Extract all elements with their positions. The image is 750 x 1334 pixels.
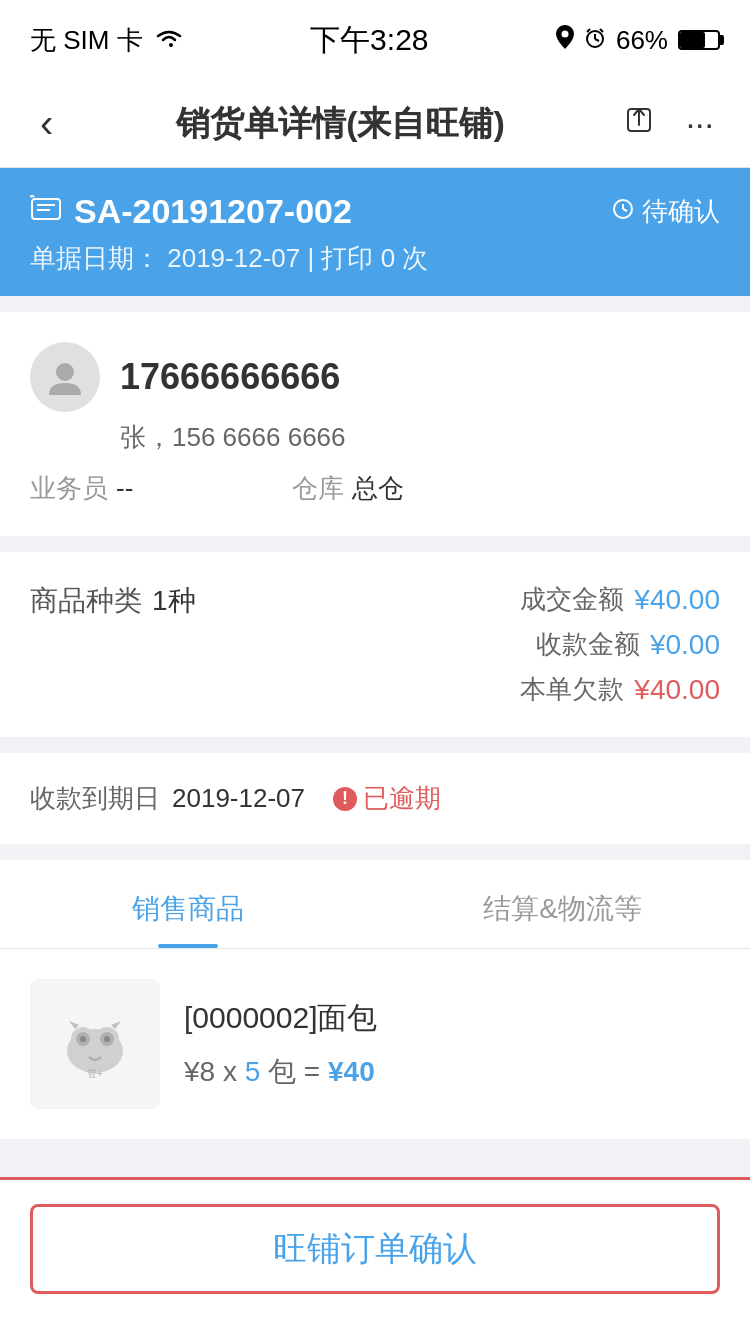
confirm-order-button[interactable]: 旺铺订单确认 [30,1204,720,1294]
order-icon [30,192,62,231]
nav-bar: ‹ 销货单详情(来自旺铺) ··· [0,80,750,168]
battery-percent: 66% [616,25,668,56]
amount-summary: 成交金额 ¥40.00 收款金额 ¥0.00 本单欠款 ¥40.00 [520,582,720,707]
debt-label: 本单欠款 [520,672,624,707]
nav-actions: ··· [618,98,720,149]
amount-item: 成交金额 ¥40.00 [520,582,720,617]
svg-line-3 [595,39,599,41]
tab-settlement[interactable]: 结算&物流等 [375,860,750,948]
summary-section: 商品种类 1种 成交金额 ¥40.00 收款金额 ¥0.00 本单欠款 ¥40.… [0,552,750,737]
due-label: 收款到期日 [30,781,160,816]
location-icon [556,25,574,56]
order-id-row: SA-20191207-002 待确认 [30,192,720,231]
print-info: | 打印 0 次 [307,243,428,273]
confirm-button-wrap: 旺铺订单确认 [0,1177,750,1334]
alarm-icon [584,25,606,56]
order-id-text: SA-20191207-002 [74,192,352,231]
product-type: 商品种类 1种 [30,582,196,620]
due-section: 收款到期日 2019-12-07 ! 已逾期 [0,753,750,844]
battery-icon [678,30,720,50]
warehouse-item: 仓库 总仓 [292,471,404,506]
due-date-value: 2019-12-07 [172,783,305,814]
customer-section: 17666666666 张，156 6666 6666 业务员 -- 仓库 总仓 [0,312,750,536]
product-info: [0000002]面包 ¥8 x 5 包 = ¥40 [184,998,720,1091]
svg-line-11 [623,209,627,211]
product-thumbnail: 管+ [30,979,160,1109]
product-total: ¥40 [328,1056,375,1087]
tab-sales-products[interactable]: 销售商品 [0,860,375,948]
status-time: 下午3:28 [310,20,428,61]
date-label: 单据日期： [30,243,160,273]
overdue-icon: ! [333,787,357,811]
warehouse-label: 仓库 [292,471,344,506]
debt-value: ¥40.00 [634,674,720,706]
received-value: ¥0.00 [650,629,720,661]
avatar [30,342,100,412]
received-label: 收款金额 [536,627,640,662]
customer-meta-row: 业务员 -- 仓库 总仓 [30,471,720,506]
customer-name-info: 张，156 6666 6666 [120,420,720,455]
order-header-card: SA-20191207-002 待确认 单据日期： 2019-12-07 | 打… [0,168,750,296]
amount-label: 成交金额 [520,582,624,617]
svg-point-19 [104,1036,110,1042]
salesperson-value: -- [116,473,133,504]
svg-point-0 [561,30,568,37]
customer-row: 17666666666 [30,342,720,412]
product-qty: 5 [245,1056,261,1087]
page-title: 销货单详情(来自旺铺) [63,101,617,147]
wifi-icon [155,25,183,56]
order-date: 2019-12-07 [167,243,300,273]
tabs-section: 销售商品 结算&物流等 管+ [0,860,750,1139]
product-price: ¥8 [184,1056,215,1087]
warehouse-value: 总仓 [352,471,404,506]
status-left: 无 SIM 卡 [30,23,183,58]
overdue-badge: ! 已逾期 [333,781,441,816]
product-multiply: x [223,1056,245,1087]
carrier-text: 无 SIM 卡 [30,23,143,58]
order-date-row: 单据日期： 2019-12-07 | 打印 0 次 [30,241,720,276]
more-button[interactable]: ··· [680,98,720,149]
product-equals: = [304,1056,328,1087]
back-button[interactable]: ‹ [30,91,63,156]
svg-point-18 [80,1036,86,1042]
summary-row: 商品种类 1种 成交金额 ¥40.00 收款金额 ¥0.00 本单欠款 ¥40.… [30,582,720,707]
salesperson-item: 业务员 -- [30,471,133,506]
product-type-value: 1种 [152,582,196,620]
order-id: SA-20191207-002 [30,192,352,231]
product-name: [0000002]面包 [184,998,720,1039]
share-button[interactable] [618,98,660,149]
svg-point-12 [56,363,74,381]
status-bar: 无 SIM 卡 下午3:28 66% [0,0,750,80]
product-price-row: ¥8 x 5 包 = ¥40 [184,1053,720,1091]
status-clock-icon [612,196,634,227]
status-right: 66% [556,25,720,56]
product-type-label: 商品种类 [30,582,142,620]
received-item: 收款金额 ¥0.00 [536,627,720,662]
status-text: 待确认 [642,194,720,229]
product-unit: 包 [268,1056,296,1087]
debt-item: 本单欠款 ¥40.00 [520,672,720,707]
svg-text:管+: 管+ [87,1068,103,1079]
salesperson-label: 业务员 [30,471,108,506]
customer-phone: 17666666666 [120,356,340,398]
amount-value: ¥40.00 [634,584,720,616]
order-status: 待确认 [612,194,720,229]
tabs-row: 销售商品 结算&物流等 [0,860,750,949]
overdue-text: 已逾期 [363,781,441,816]
product-item: 管+ [0000002]面包 ¥8 x 5 包 = ¥40 [0,949,750,1139]
